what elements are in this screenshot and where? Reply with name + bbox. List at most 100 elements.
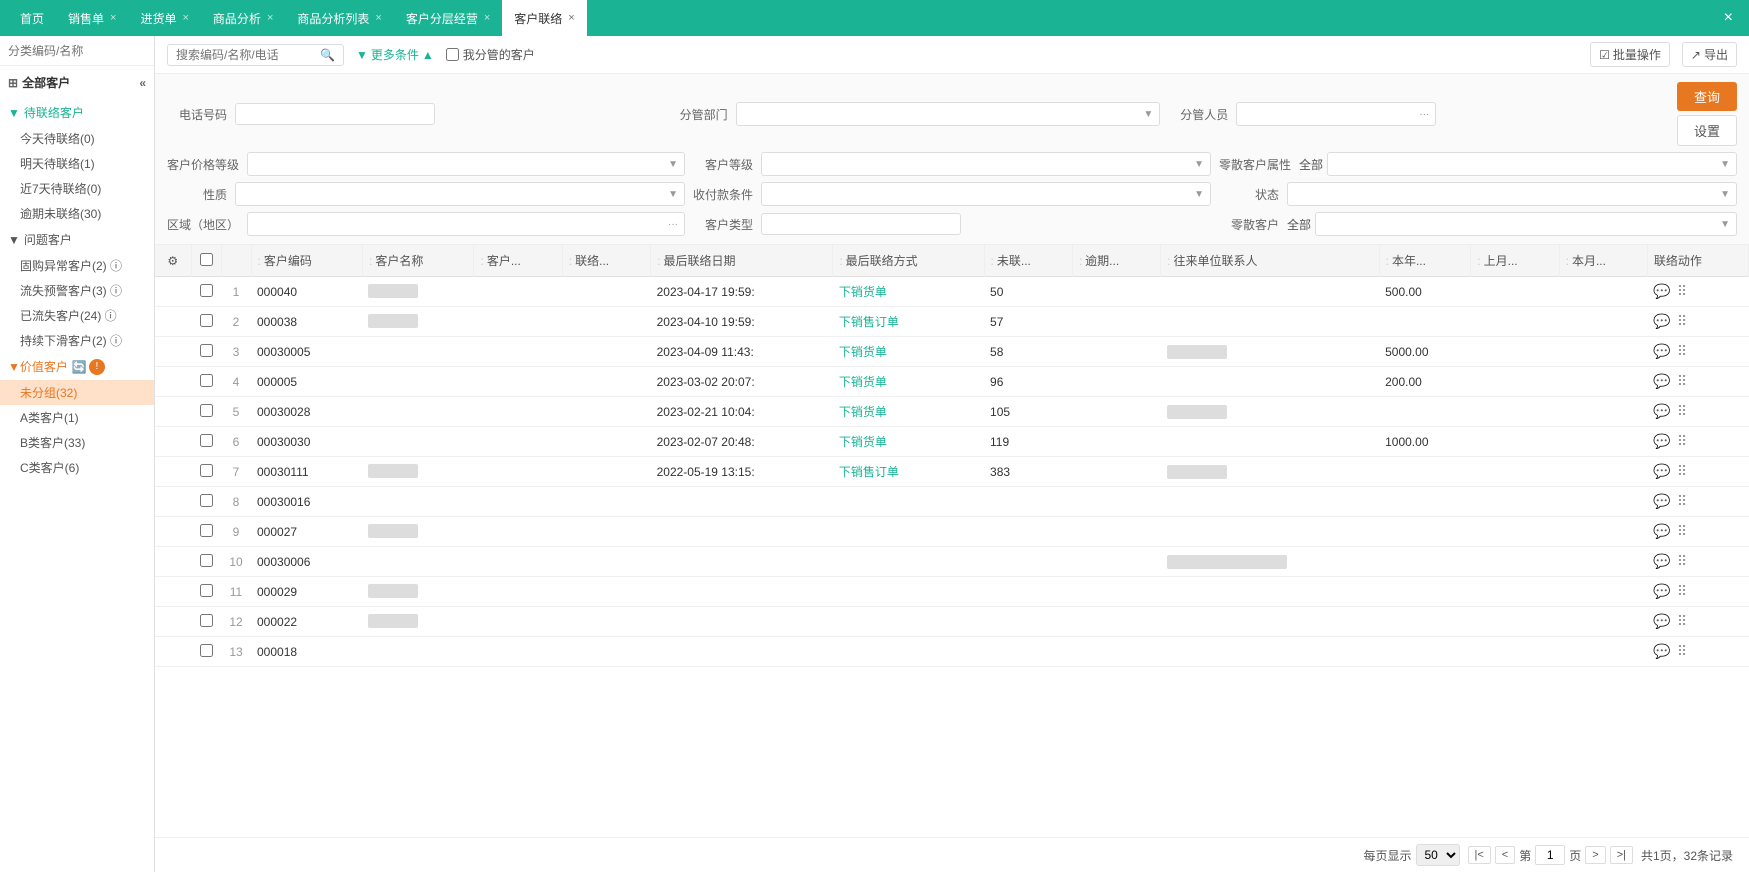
nav-customer-contact[interactable]: 客户联络 × [502, 0, 586, 36]
row-checkbox[interactable] [200, 614, 213, 627]
per-page-select[interactable]: 50 [1416, 844, 1460, 866]
message-action-icon[interactable]: 💬 [1653, 523, 1670, 540]
more-action-icon[interactable]: ⠿ [1677, 613, 1687, 630]
filter-search-input[interactable] [176, 48, 316, 62]
last-contact-method-cell[interactable]: 下销货单 [833, 427, 984, 457]
last-contact-method-cell[interactable]: 下销售订单 [833, 307, 984, 337]
filter-search-box[interactable]: 🔍 [167, 44, 344, 66]
row-checkbox[interactable] [200, 314, 213, 327]
query-button[interactable]: 查询 [1677, 82, 1737, 111]
row-checkbox[interactable] [200, 404, 213, 417]
checkbox-cell[interactable] [191, 427, 221, 457]
last-contact-method-cell[interactable] [833, 607, 984, 637]
contact-method-link[interactable]: 下销货单 [839, 345, 887, 359]
message-action-icon[interactable]: 💬 [1653, 493, 1670, 510]
message-action-icon[interactable]: 💬 [1653, 373, 1670, 390]
message-action-icon[interactable]: 💬 [1653, 283, 1670, 300]
more-action-icon[interactable]: ⠿ [1677, 493, 1687, 510]
message-action-icon[interactable]: 💬 [1653, 463, 1670, 480]
retail-attr-select[interactable]: 全部 ▼ [1299, 152, 1737, 176]
page-number-input[interactable] [1535, 845, 1565, 865]
checkbox-cell[interactable] [191, 337, 221, 367]
row-checkbox[interactable] [200, 494, 213, 507]
row-checkbox[interactable] [200, 284, 213, 297]
row-checkbox[interactable] [200, 554, 213, 567]
checkbox-cell[interactable] [191, 367, 221, 397]
sidebar-item-7days[interactable]: 近7天待联络(0) [0, 176, 154, 201]
nav-customer-segment[interactable]: 客户分层经营 × [394, 0, 502, 36]
prev-page-button[interactable]: < [1495, 846, 1515, 864]
nav-home[interactable]: 首页 [8, 0, 56, 36]
my-customers-filter[interactable]: 我分管的客户 [446, 46, 535, 63]
message-action-icon[interactable]: 💬 [1653, 553, 1670, 570]
last-contact-method-cell[interactable] [833, 577, 984, 607]
export-button[interactable]: ↗ 导出 [1682, 42, 1737, 67]
batch-op-button[interactable]: ☑ 批量操作 [1590, 42, 1670, 67]
sidebar-group-problem[interactable]: ▼ 问题客户 [0, 226, 154, 253]
checkbox-cell[interactable] [191, 547, 221, 577]
sidebar-group-pending-contact[interactable]: ▼ 待联络客户 [0, 99, 154, 126]
message-action-icon[interactable]: 💬 [1653, 433, 1670, 450]
close-customer-segment-icon[interactable]: × [484, 12, 490, 24]
payment-select[interactable]: ▼ [761, 182, 1211, 206]
sidebar-item-purchase-abnormal[interactable]: 固购异常客户(2) ⓘ [0, 253, 154, 278]
row-checkbox[interactable] [200, 434, 213, 447]
sidebar-item-declining[interactable]: 持续下滑客户(2) ⓘ [0, 328, 154, 353]
nature-select[interactable]: ▼ [235, 182, 685, 206]
checkbox-cell[interactable] [191, 487, 221, 517]
more-conditions-button[interactable]: ▼ 更多条件 ▲ [356, 46, 434, 63]
more-action-icon[interactable]: ⠿ [1677, 343, 1687, 360]
row-checkbox[interactable] [200, 344, 213, 357]
sidebar-item-unclassified[interactable]: 未分组(32) [0, 380, 154, 405]
row-checkbox[interactable] [200, 374, 213, 387]
last-contact-method-cell[interactable]: 下销货单 [833, 397, 984, 427]
my-customers-checkbox[interactable] [446, 48, 459, 61]
more-action-icon[interactable]: ⠿ [1677, 643, 1687, 660]
first-page-button[interactable]: |< [1468, 846, 1491, 864]
retail-attr-dropdown[interactable]: ▼ [1327, 152, 1737, 176]
sidebar-item-group-c[interactable]: C类客户(6) [0, 455, 154, 480]
settings-col-header[interactable]: ⚙ [155, 245, 191, 277]
row-checkbox[interactable] [200, 644, 213, 657]
more-action-icon[interactable]: ⠿ [1677, 373, 1687, 390]
more-action-icon[interactable]: ⠿ [1677, 583, 1687, 600]
manager-select[interactable]: ··· [1236, 102, 1436, 126]
filter-search-icon[interactable]: 🔍 [320, 48, 335, 62]
contact-method-link[interactable]: 下销售订单 [839, 315, 899, 329]
sidebar-item-tomorrow[interactable]: 明天待联络(1) [0, 151, 154, 176]
more-action-icon[interactable]: ⠿ [1677, 463, 1687, 480]
contact-method-link[interactable]: 下销货单 [839, 405, 887, 419]
checkbox-cell[interactable] [191, 517, 221, 547]
checkbox-cell[interactable] [191, 397, 221, 427]
last-page-button[interactable]: >| [1610, 846, 1633, 864]
checkbox-cell[interactable] [191, 607, 221, 637]
contact-method-link[interactable]: 下销货单 [839, 375, 887, 389]
last-contact-method-cell[interactable] [833, 517, 984, 547]
contact-method-link[interactable]: 下销售订单 [839, 465, 899, 479]
more-action-icon[interactable]: ⠿ [1677, 403, 1687, 420]
page-size-selector[interactable]: 每页显示 50 [1363, 844, 1459, 866]
message-action-icon[interactable]: 💬 [1653, 403, 1670, 420]
sidebar-item-loss-warning[interactable]: 流失预警客户(3) ⓘ [0, 278, 154, 303]
sidebar-item-group-b[interactable]: B类客户(33) [0, 430, 154, 455]
checkbox-cell[interactable] [191, 457, 221, 487]
more-action-icon[interactable]: ⠿ [1677, 433, 1687, 450]
customer-level-select[interactable]: ▼ [761, 152, 1211, 176]
nav-product-analysis[interactable]: 商品分析 × [201, 0, 285, 36]
nav-sales[interactable]: 销售单 × [56, 0, 128, 36]
last-contact-method-cell[interactable]: 下销货单 [833, 277, 984, 307]
message-action-icon[interactable]: 💬 [1653, 343, 1670, 360]
more-action-icon[interactable]: ⠿ [1677, 523, 1687, 540]
select-all-checkbox[interactable] [200, 253, 213, 266]
more-action-icon[interactable]: ⠿ [1677, 283, 1687, 300]
contact-method-link[interactable]: 下销货单 [839, 435, 887, 449]
last-contact-method-cell[interactable]: 下销货单 [833, 367, 984, 397]
price-level-select[interactable]: ▼ [247, 152, 685, 176]
message-action-icon[interactable]: 💬 [1653, 613, 1670, 630]
checkbox-cell[interactable] [191, 277, 221, 307]
last-contact-method-cell[interactable]: 下销货单 [833, 337, 984, 367]
status-select[interactable]: ▼ [1287, 182, 1737, 206]
settings-gear-icon[interactable]: ⚙ [167, 254, 178, 268]
collapse-sidebar-icon[interactable]: « [139, 76, 146, 90]
message-action-icon[interactable]: 💬 [1653, 643, 1670, 660]
